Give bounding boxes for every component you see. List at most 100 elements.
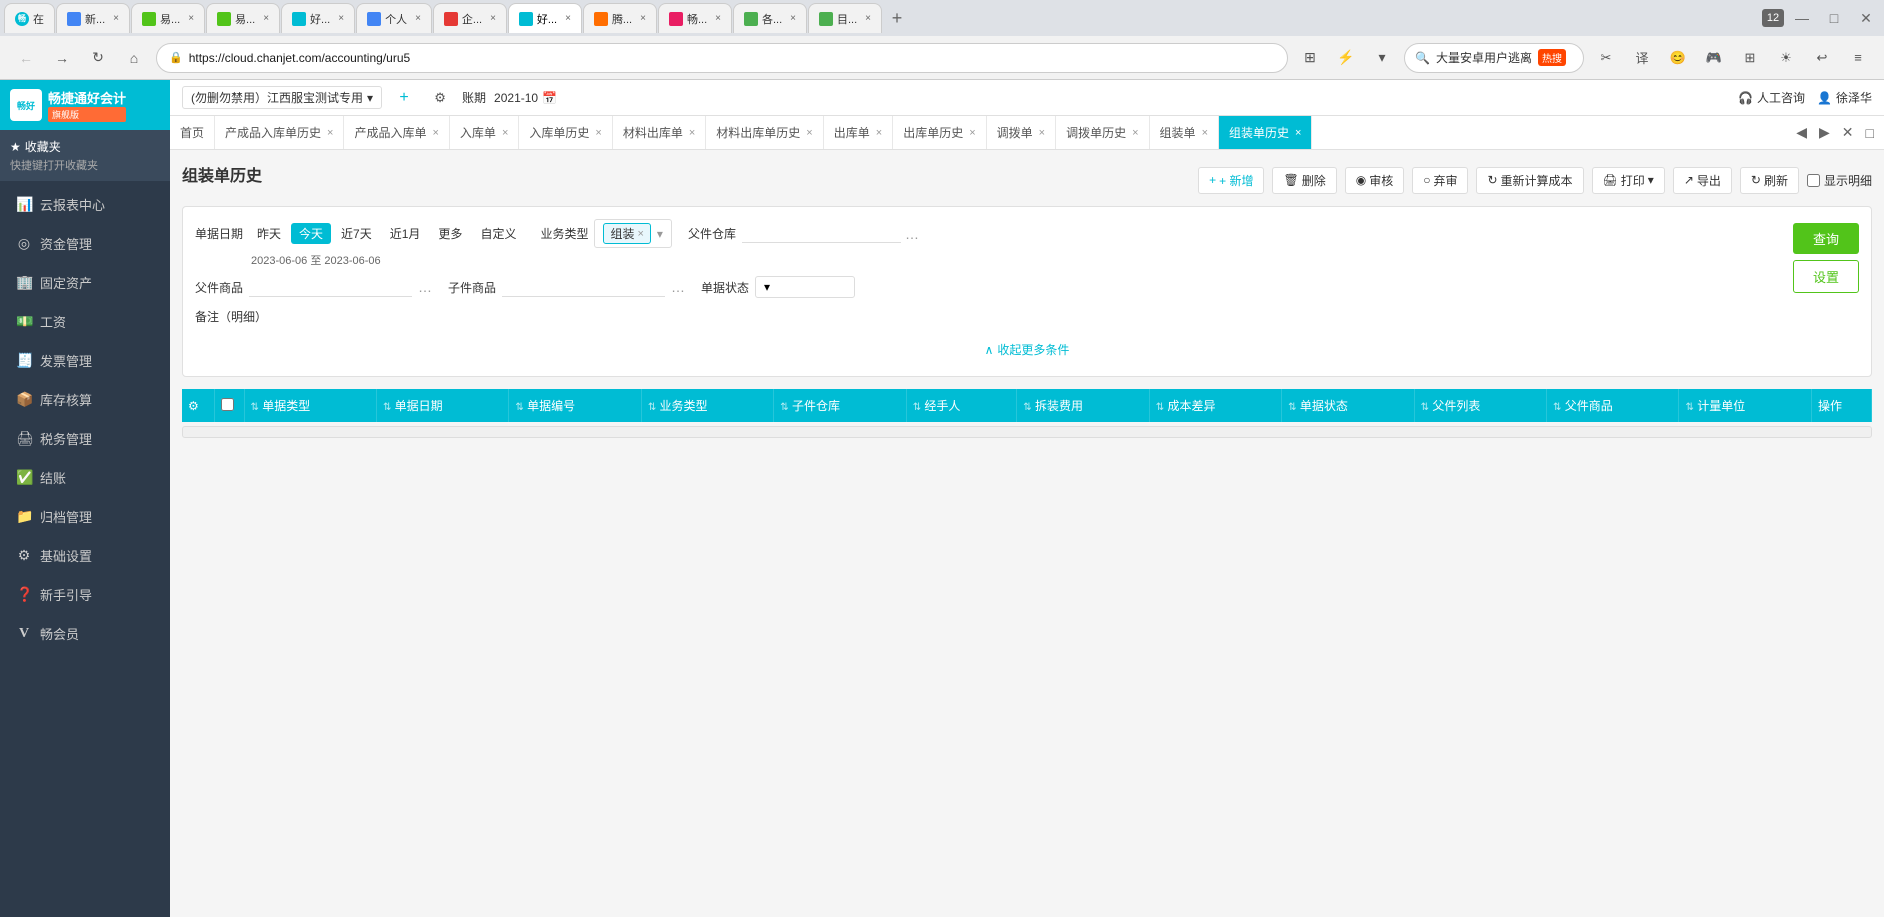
menu-button[interactable]: ≡ [1844, 44, 1872, 72]
biz-type-tag-remove[interactable]: × [637, 228, 643, 240]
sidebar-item-fixed-asset[interactable]: 🏢 固定资产 [0, 263, 170, 302]
tab-close-3[interactable]: × [188, 13, 194, 24]
browser-tab-2[interactable]: 新... × [56, 3, 130, 33]
company-settings-icon[interactable]: ⚙ [426, 84, 454, 112]
tab-stock-in[interactable]: 入库单 × [450, 116, 519, 150]
tab-dispatch[interactable]: 调拨单 × [987, 116, 1056, 150]
recalc-button[interactable]: ↻ 重新计算成本 [1476, 167, 1583, 194]
forward-button[interactable]: → [48, 44, 76, 72]
print-button[interactable]: 🖨 打印 ▾ [1592, 167, 1665, 194]
more-btn[interactable]: 更多 [430, 223, 470, 244]
tab-close-9[interactable]: × [640, 13, 646, 24]
tab-close-11[interactable]: × [790, 13, 796, 24]
tab-mat-out-hist[interactable]: 材料出库单历史 × [706, 116, 823, 150]
tab-dispatch-hist-close[interactable]: × [1132, 127, 1138, 139]
sidebar-item-fund[interactable]: ◎ 资金管理 [0, 224, 170, 263]
tab-prod-in-close[interactable]: × [432, 127, 438, 139]
back-button[interactable]: ← [12, 44, 40, 72]
collapse-button[interactable]: ∧ 收起更多条件 [195, 335, 1859, 364]
child-goods-more[interactable]: … [671, 279, 685, 295]
tab-close-7[interactable]: × [490, 13, 496, 24]
tab-close-4[interactable]: × [263, 13, 269, 24]
export-button[interactable]: ↗ 导出 [1673, 167, 1732, 194]
bookmarks-button[interactable]: ⊞ [1296, 44, 1324, 72]
tab-out-close[interactable]: × [876, 127, 882, 139]
tab-dispatch-close[interactable]: × [1039, 127, 1045, 139]
biz-type-select[interactable]: 组装 × ▾ [594, 219, 671, 248]
tab-mat-out[interactable]: 材料出库单 × [613, 116, 706, 150]
tabs-more-actions[interactable]: □ [1862, 123, 1878, 143]
grid-button[interactable]: ⊞ [1736, 44, 1764, 72]
th-child-warehouse[interactable]: ⇅ 子件仓库 [774, 389, 906, 422]
tab-count-badge[interactable]: 12 [1762, 9, 1784, 27]
tab-out-hist-close[interactable]: × [969, 127, 975, 139]
tab-dispatch-hist[interactable]: 调拨单历史 × [1056, 116, 1149, 150]
maximize-button[interactable]: □ [1820, 4, 1848, 32]
tab-stock-in-hist[interactable]: 入库单历史 × [519, 116, 612, 150]
th-parent-goods[interactable]: ⇅ 父件商品 [1547, 389, 1679, 422]
browser-tab-5[interactable]: 好... × [281, 3, 355, 33]
home-button[interactable]: ⌂ [120, 44, 148, 72]
tab-home[interactable]: 首页 [170, 116, 215, 150]
th-bill-status[interactable]: ⇅ 单据状态 [1282, 389, 1414, 422]
tabs-scroll-left[interactable]: ◀ [1792, 122, 1811, 143]
browser-tab-11[interactable]: 各... × [733, 3, 807, 33]
th-date[interactable]: ⇅ 单据日期 [376, 389, 508, 422]
sidebar-item-inventory[interactable]: 📦 库存核算 [0, 380, 170, 419]
horizontal-scrollbar[interactable] [182, 426, 1872, 438]
show-detail-input[interactable] [1807, 174, 1820, 187]
show-detail-checkbox[interactable]: 显示明细 [1807, 172, 1872, 189]
delete-button[interactable]: 🗑 删除 [1272, 167, 1336, 194]
tab-prod-in-hist-close[interactable]: × [327, 127, 333, 139]
query-button[interactable]: 查询 [1793, 223, 1859, 254]
url-input[interactable]: 🔒 https://cloud.chanjet.com/accounting/u… [156, 43, 1288, 73]
th-number[interactable]: ⇅ 单据编号 [509, 389, 641, 422]
browser-tab-6[interactable]: 个人 × [356, 3, 432, 33]
sidebar-item-salary[interactable]: 💵 工资 [0, 302, 170, 341]
tab-close-10[interactable]: × [715, 13, 721, 24]
tab-prod-in-hist[interactable]: 产成品入库单历史 × [215, 116, 344, 150]
th-handler[interactable]: ⇅ 经手人 [906, 389, 1017, 422]
th-biz-type[interactable]: ⇅ 业务类型 [641, 389, 773, 422]
parent-goods-more[interactable]: … [418, 279, 432, 295]
close-window-button[interactable]: ✕ [1852, 4, 1880, 32]
th-disassemble-fee[interactable]: ⇅ 拆装费用 [1017, 389, 1149, 422]
tab-close-2[interactable]: × [113, 13, 119, 24]
user-info[interactable]: 👤 徐泽华 [1817, 89, 1872, 106]
browser-tab-9[interactable]: 腾... × [583, 3, 657, 33]
period-selector[interactable]: 2021-10 📅 [494, 91, 557, 105]
parent-warehouse-input[interactable] [742, 224, 901, 243]
sidebar-item-archive[interactable]: 📁 归档管理 [0, 497, 170, 536]
minimize-button[interactable]: — [1788, 4, 1816, 32]
child-goods-input[interactable] [502, 278, 665, 297]
yesterday-btn[interactable]: 昨天 [249, 223, 289, 244]
audit-button[interactable]: ◉ 审核 [1345, 167, 1405, 194]
sidebar-item-settings[interactable]: ⚙ 基础设置 [0, 536, 170, 575]
today-btn[interactable]: 今天 [291, 223, 331, 244]
tab-close-5[interactable]: × [338, 13, 344, 24]
browser-tab-7[interactable]: 企... × [433, 3, 507, 33]
sidebar-item-tax[interactable]: 🖨 税务管理 [0, 419, 170, 458]
sidebar-item-member[interactable]: V 畅会员 [0, 614, 170, 653]
new-tab-button[interactable]: + [883, 4, 911, 32]
tab-prod-in[interactable]: 产成品入库单 × [344, 116, 449, 150]
translate-button[interactable]: 译 [1628, 44, 1656, 72]
tab-mat-out-close[interactable]: × [689, 127, 695, 139]
tab-mat-out-hist-close[interactable]: × [806, 127, 812, 139]
parent-warehouse-more[interactable]: … [905, 226, 919, 242]
service-button[interactable]: 🎧 人工咨询 [1738, 89, 1805, 106]
table-checkbox-header[interactable] [214, 389, 244, 422]
add-company-button[interactable]: + [390, 84, 418, 112]
th-parent-list[interactable]: ⇅ 父件列表 [1414, 389, 1546, 422]
th-unit[interactable]: ⇅ 计量单位 [1679, 389, 1812, 422]
tabs-scroll-right[interactable]: ▶ [1815, 122, 1834, 143]
tab-close-6[interactable]: × [415, 13, 421, 24]
tab-close-12[interactable]: × [865, 13, 871, 24]
custom-btn[interactable]: 自定义 [472, 223, 524, 244]
browser-tab-8[interactable]: 好... × [508, 3, 582, 33]
tab-assemble-hist[interactable]: 组装单历史 × [1219, 116, 1312, 150]
tab-out[interactable]: 出库单 × [824, 116, 893, 150]
game-button[interactable]: 🎮 [1700, 44, 1728, 72]
th-cost-diff[interactable]: ⇅ 成本差异 [1149, 389, 1281, 422]
theme-button[interactable]: ☀ [1772, 44, 1800, 72]
